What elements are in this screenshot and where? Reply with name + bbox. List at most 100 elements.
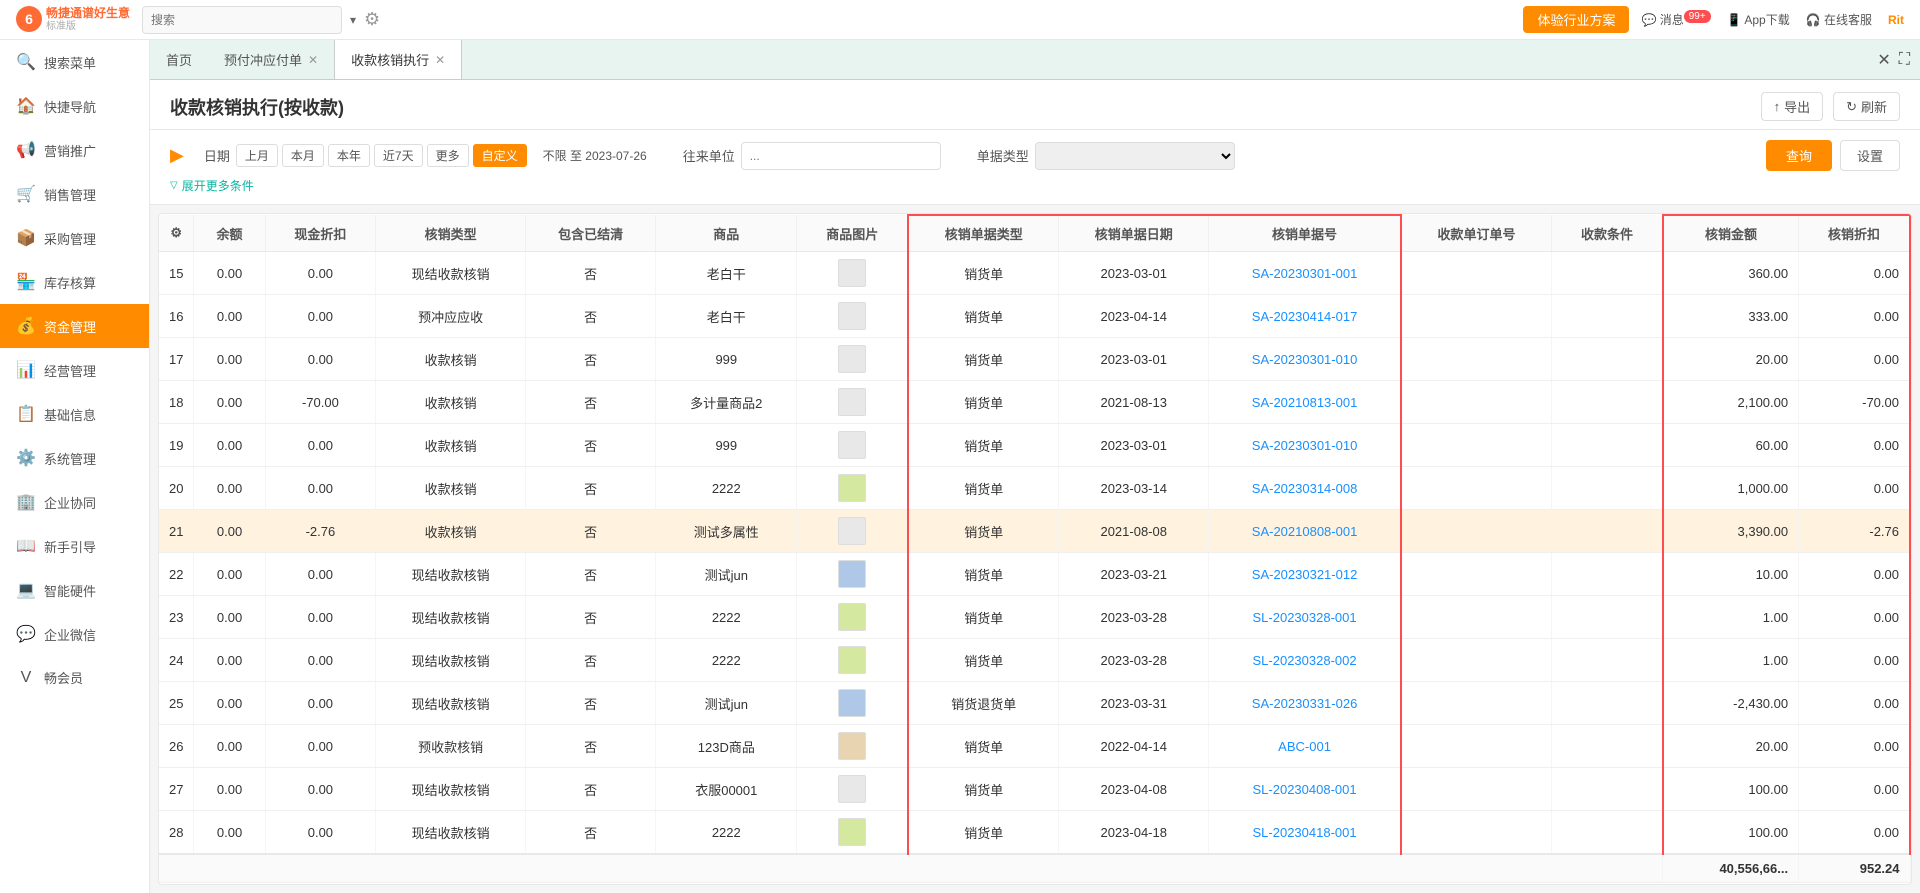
sidebar-item-inventory[interactable]: 🏪库存核算 <box>0 260 149 304</box>
hs-bill-no-link[interactable]: SA-20230414-017 <box>1252 309 1358 324</box>
cell-hs-bill-no: SL-20230408-001 <box>1209 768 1401 811</box>
app-download-btn[interactable]: 📱 App下载 <box>1727 11 1790 28</box>
tab-collection[interactable]: 收款核销执行 ✕ <box>335 40 462 79</box>
date-more[interactable]: 更多 <box>427 144 469 167</box>
goods-img <box>838 474 866 502</box>
partner-label: 往来单位 <box>683 146 735 165</box>
hs-bill-no-link[interactable]: SA-20230301-010 <box>1252 352 1358 367</box>
export-btn[interactable]: ↑ 导出 <box>1761 92 1824 121</box>
tab-fullscreen-icon[interactable]: ⛶ <box>1899 51 1910 69</box>
sidebar-item-shortcut[interactable]: 🏠快捷导航 <box>0 84 149 128</box>
tab-home[interactable]: 首页 <box>150 40 208 79</box>
goods-img <box>838 302 866 330</box>
tab-collection-close[interactable]: ✕ <box>435 53 445 67</box>
page-header: 收款核销执行(按收款) ↑ 导出 ↻ 刷新 <box>150 80 1920 130</box>
date-7-days[interactable]: 近7天 <box>374 144 423 167</box>
refresh-btn[interactable]: ↻ 刷新 <box>1833 92 1900 121</box>
sidebar-item-marketing[interactable]: 📢营销推广 <box>0 128 149 172</box>
sidebar-item-search[interactable]: 🔍搜索菜单 <box>0 40 149 84</box>
sidebar-item-sales[interactable]: 🛒销售管理 <box>0 172 149 216</box>
cell-verify-type: 现结收款核销 <box>376 596 526 639</box>
cell-hs-bill-type: 销货单 <box>908 467 1059 510</box>
hs-bill-no-link[interactable]: SL-20230328-001 <box>1253 610 1357 625</box>
cell-no: 28 <box>159 811 194 855</box>
sidebar-label-system: 系统管理 <box>44 449 96 468</box>
cell-hs-bill-no: SA-20230331-026 <box>1209 682 1401 725</box>
partner-input[interactable] <box>741 142 941 170</box>
hs-bill-no-link[interactable]: SL-20230418-001 <box>1253 825 1357 840</box>
expand-arrow-icon: ▽ <box>170 180 178 191</box>
filter-expand-icon[interactable]: ▶ <box>170 145 184 166</box>
cell-goods: 2222 <box>656 467 797 510</box>
sidebar-item-hardware[interactable]: 💻智能硬件 <box>0 568 149 612</box>
table-footer-row: 40,556,66... 952.24 <box>159 854 1910 883</box>
sidebar-icon-guide: 📖 <box>16 536 36 556</box>
date-this-month[interactable]: 本月 <box>282 144 324 167</box>
cell-balance: 0.00 <box>194 252 265 295</box>
hs-bill-no-link[interactable]: SA-20230331-026 <box>1252 696 1358 711</box>
footer-discount: 952.24 <box>1799 854 1910 883</box>
sidebar-item-basic[interactable]: 📋基础信息 <box>0 392 149 436</box>
sidebar-label-shortcut: 快捷导航 <box>44 97 96 116</box>
hs-bill-no-link[interactable]: ABC-001 <box>1278 739 1331 754</box>
hs-bill-no-link[interactable]: SA-20230314-008 <box>1252 481 1358 496</box>
bill-type-select[interactable] <box>1035 142 1235 170</box>
tab-prepay-close[interactable]: ✕ <box>308 53 318 67</box>
cell-verify-type: 收款核销 <box>376 424 526 467</box>
hs-bill-no-link[interactable]: SA-20230321-012 <box>1252 567 1358 582</box>
table-row: 23 0.00 0.00 现结收款核销 否 2222 销货单 2023-03-2… <box>159 596 1910 639</box>
industry-btn[interactable]: 体验行业方案 <box>1523 6 1629 33</box>
date-this-year[interactable]: 本年 <box>328 144 370 167</box>
goods-img <box>838 775 866 803</box>
date-custom[interactable]: 自定义 <box>473 144 527 167</box>
sidebar-item-finance[interactable]: 💰资金管理 <box>0 304 149 348</box>
cell-hs-amount: 333.00 <box>1663 295 1799 338</box>
col-hs-bill-no: 核销单据号 <box>1209 215 1401 252</box>
sidebar-item-business[interactable]: 📊经营管理 <box>0 348 149 392</box>
sidebar-label-wechat: 企业微信 <box>44 625 96 644</box>
online-service-btn[interactable]: 🎧 在线客服 <box>1806 11 1872 28</box>
hs-bill-no-link[interactable]: SA-20210808-001 <box>1252 524 1358 539</box>
page-title: 收款核销执行(按收款) <box>170 94 344 120</box>
search-input[interactable] <box>142 6 342 34</box>
message-btn[interactable]: 💬 消息99+ <box>1641 11 1710 28</box>
dropdown-arrow[interactable]: ▾ <box>350 13 356 27</box>
cell-goods: 测试多属性 <box>656 510 797 553</box>
hs-bill-no-link[interactable]: SL-20230408-001 <box>1253 782 1357 797</box>
cell-include-settled: 否 <box>526 295 656 338</box>
cell-receipt-condition <box>1552 553 1663 596</box>
settings-icon[interactable]: ⚙ <box>364 9 380 30</box>
hs-bill-no-link[interactable]: SA-20230301-010 <box>1252 438 1358 453</box>
cell-hs-discount: 0.00 <box>1799 553 1910 596</box>
sidebar-item-system[interactable]: ⚙️系统管理 <box>0 436 149 480</box>
cell-receipt-order-no <box>1401 811 1552 855</box>
cell-balance: 0.00 <box>194 381 265 424</box>
settings-btn[interactable]: 设置 <box>1840 140 1900 171</box>
hs-bill-no-link[interactable]: SA-20210813-001 <box>1252 395 1358 410</box>
hs-bill-no-link[interactable]: SL-20230328-002 <box>1253 653 1357 668</box>
table-wrapper[interactable]: ⚙ 余额 现金折扣 核销类型 包含已结清 商品 商品图片 核销单据类型 核销单据… <box>158 213 1912 885</box>
expand-more-btn[interactable]: ▽ 展开更多条件 <box>170 177 1900 194</box>
app-name: 畅捷通谱好生意 <box>46 6 130 20</box>
sidebar-item-purchase[interactable]: 📦采购管理 <box>0 216 149 260</box>
cell-hs-bill-no: SL-20230418-001 <box>1209 811 1401 855</box>
sidebar-label-hardware: 智能硬件 <box>44 581 96 600</box>
query-btn[interactable]: 查询 <box>1766 140 1832 171</box>
cell-no: 18 <box>159 381 194 424</box>
tab-close-all-icon[interactable]: ✕ <box>1877 50 1890 70</box>
tab-prepay[interactable]: 预付冲应付单 ✕ <box>208 40 335 79</box>
filter-row-1: ▶ 日期 上月 本月 本年 近7天 更多 自定义 <box>170 140 1900 171</box>
cell-receipt-order-no <box>1401 725 1552 768</box>
sidebar-icon-finance: 💰 <box>16 316 36 336</box>
date-last-month[interactable]: 上月 <box>236 144 278 167</box>
sidebar-item-wechat[interactable]: 💬企业微信 <box>0 612 149 656</box>
cell-balance: 0.00 <box>194 811 265 855</box>
user-name[interactable]: Rit <box>1888 13 1904 27</box>
col-gear[interactable]: ⚙ <box>159 215 194 252</box>
sidebar-item-member[interactable]: V畅会员 <box>0 656 149 699</box>
sidebar-item-corp[interactable]: 🏢企业协同 <box>0 480 149 524</box>
hs-bill-no-link[interactable]: SA-20230301-001 <box>1252 266 1358 281</box>
sidebar-item-guide[interactable]: 📖新手引导 <box>0 524 149 568</box>
data-table: ⚙ 余额 现金折扣 核销类型 包含已结清 商品 商品图片 核销单据类型 核销单据… <box>159 214 1911 883</box>
cell-cash-discount: 0.00 <box>265 295 376 338</box>
